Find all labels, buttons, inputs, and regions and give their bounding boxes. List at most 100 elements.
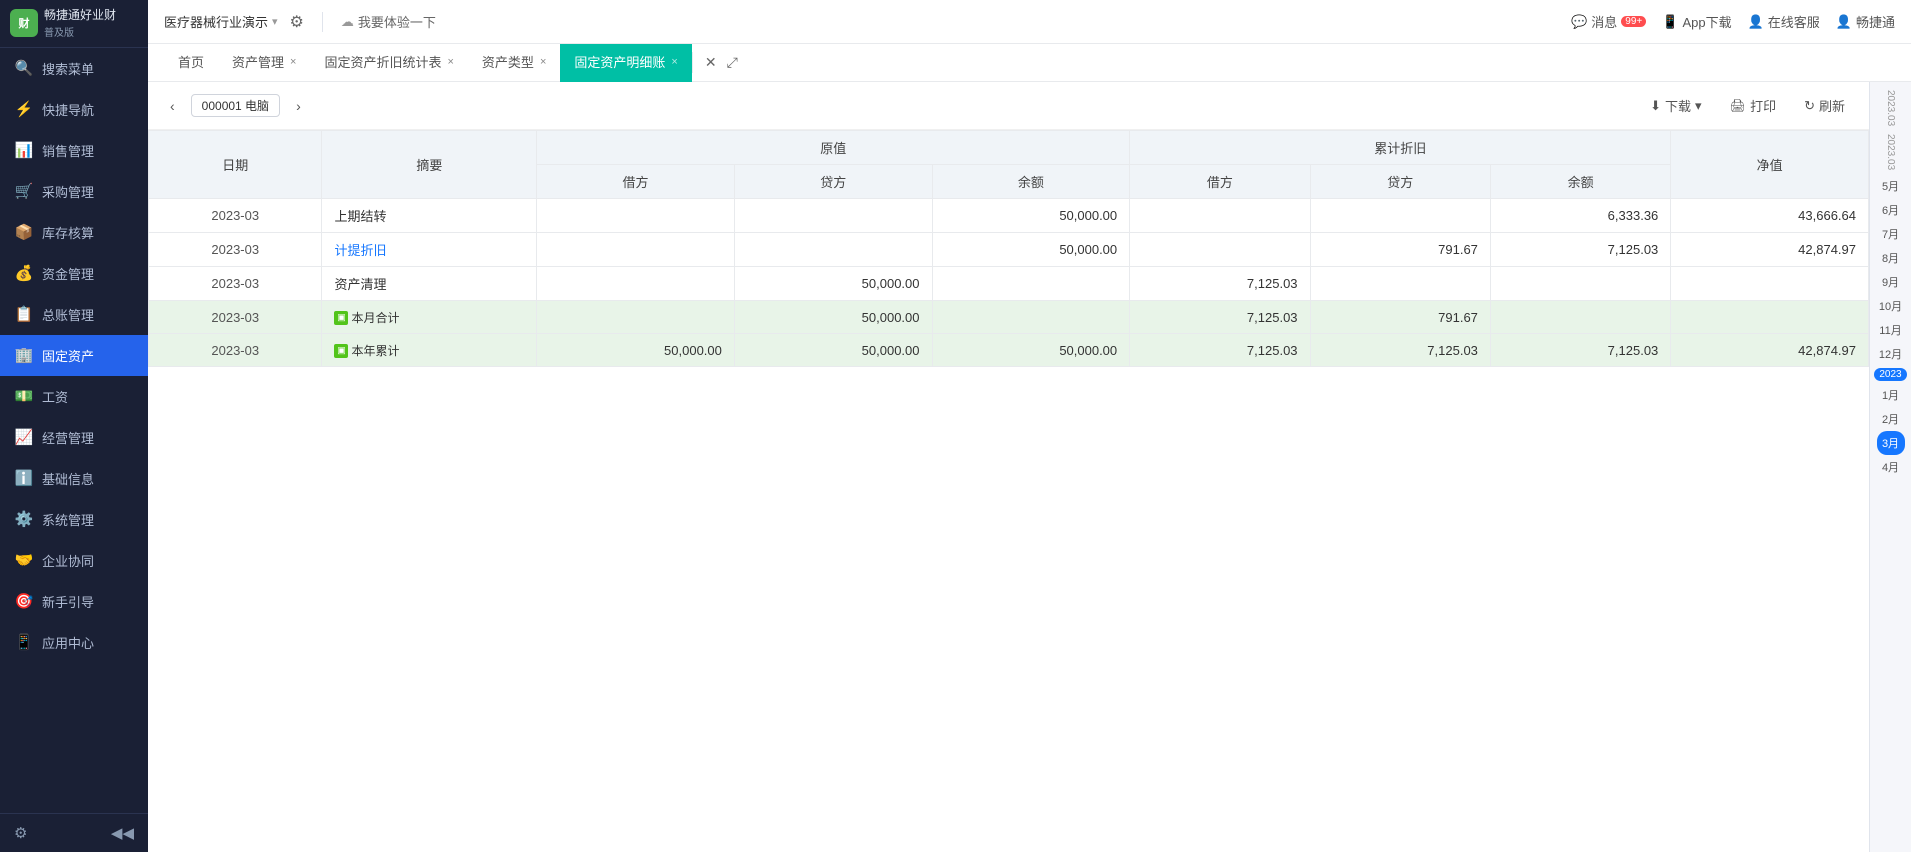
sidebar-item-sales[interactable]: 📊 销售管理	[0, 130, 148, 171]
table-row-orig-debit	[537, 267, 735, 301]
table-row-orig-credit: 50,000.00	[734, 334, 932, 367]
sidebar-item-apps[interactable]: 📱 应用中心	[0, 622, 148, 663]
sidebar-item-operations[interactable]: 📈 经营管理	[0, 417, 148, 458]
sidebar-item-fixed-assets[interactable]: 🏢 固定资产	[0, 335, 148, 376]
table-row-net-value	[1671, 301, 1869, 334]
inventory-icon: 📦	[14, 223, 34, 241]
sidebar-item-payroll[interactable]: 💵 工资	[0, 376, 148, 417]
tab-home[interactable]: 首页	[164, 44, 218, 82]
payroll-icon: 💵	[14, 387, 34, 405]
print-btn[interactable]: 🖨 打印	[1722, 92, 1785, 119]
next-asset-btn[interactable]: ›	[290, 96, 307, 116]
app-edition: 普及版	[44, 24, 116, 39]
tab-asset-type[interactable]: 资产类型 ×	[468, 44, 560, 82]
table-row-dep-debit: 7,125.03	[1130, 334, 1310, 367]
tab-home-label: 首页	[178, 52, 204, 71]
table-section: ‹ 000001 电脑 › ⬇ 下载 ▾ 🖨 打印 ↻ 刷新	[148, 82, 1869, 852]
sidebar-item-guide[interactable]: 🎯 新手引导	[0, 581, 148, 622]
company-selector[interactable]: 医疗器械行业演示 ▾	[164, 12, 278, 31]
close-window-btn[interactable]: ✕	[703, 52, 719, 73]
tab-depreciation-stat-label: 固定资产折旧统计表	[324, 52, 441, 71]
col-sub-orig-debit: 借方	[537, 165, 735, 199]
download-icon: ⬇	[1650, 98, 1661, 114]
table-row-summary[interactable]: 计提折旧	[322, 233, 537, 267]
table-toolbar: ‹ 000001 电脑 › ⬇ 下载 ▾ 🖨 打印 ↻ 刷新	[148, 82, 1869, 130]
table-row-date: 2023-03	[149, 199, 322, 233]
settings-bottom-icon[interactable]: ⚙	[14, 824, 27, 842]
sidebar-item-label: 应用中心	[42, 633, 94, 652]
collapse-icon[interactable]: ◀◀	[111, 824, 134, 842]
scroll-month-7[interactable]: 7月	[1870, 222, 1911, 246]
table-row-dep-credit: 791.67	[1310, 301, 1490, 334]
online-service-icon: 👤	[1748, 14, 1764, 30]
tab-depreciation-stat-close[interactable]: ×	[447, 56, 453, 68]
table-row-orig-debit	[537, 199, 735, 233]
sidebar-item-basic-info[interactable]: ℹ️ 基础信息	[0, 458, 148, 499]
user-avatar-btn[interactable]: 👤 畅捷通	[1836, 12, 1895, 31]
sidebar-item-ledger[interactable]: 📋 总账管理	[0, 294, 148, 335]
tab-asset-management[interactable]: 资产管理 ×	[218, 44, 310, 82]
sidebar-item-search[interactable]: 🔍 搜索菜单	[0, 48, 148, 89]
table-row-dep-balance: 7,125.03	[1490, 334, 1670, 367]
collab-icon: 🤝	[14, 551, 34, 569]
print-label: 打印	[1750, 96, 1776, 115]
messages-badge: 99+	[1621, 16, 1646, 27]
tab-asset-detail[interactable]: 固定资产明细账 ×	[560, 44, 691, 82]
company-dropdown-icon: ▾	[272, 15, 278, 28]
system-icon: ⚙️	[14, 510, 34, 528]
tab-asset-management-close[interactable]: ×	[290, 56, 296, 68]
table-row-date: 2023-03	[149, 334, 322, 367]
download-btn[interactable]: ⬇ 下载 ▾	[1642, 92, 1709, 119]
tab-asset-type-close[interactable]: ×	[540, 56, 546, 68]
sidebar-item-finance[interactable]: 💰 资金管理	[0, 253, 148, 294]
table-row-orig-balance	[932, 267, 1130, 301]
online-service-btn[interactable]: 👤 在线客服	[1748, 12, 1820, 31]
scroll-month-3[interactable]: 3月	[1877, 431, 1905, 455]
app-download-btn[interactable]: 📱 App下载	[1662, 12, 1731, 31]
table-row-orig-balance: 50,000.00	[932, 334, 1130, 367]
table-row-orig-balance	[932, 301, 1130, 334]
scroll-month-8[interactable]: 8月	[1870, 246, 1911, 270]
messages-btn[interactable]: 💬 消息 99+	[1571, 12, 1646, 31]
data-table-wrapper: 日期 摘要 原值 累计折旧 净值 借方 贷方 余额 借方 贷方 余额	[148, 130, 1869, 852]
tab-asset-detail-close[interactable]: ×	[671, 56, 677, 68]
sidebar-item-label: 工资	[42, 387, 68, 406]
table-row-net-value	[1671, 267, 1869, 301]
trial-btn[interactable]: ☁ 我要体验一下	[341, 12, 436, 31]
messages-icon: 💬	[1571, 14, 1587, 30]
topbar-right: 💬 消息 99+ 📱 App下载 👤 在线客服 👤 畅捷通	[1571, 12, 1895, 31]
settings-icon[interactable]: ⚙	[290, 12, 304, 32]
scroll-month-9[interactable]: 9月	[1870, 270, 1911, 294]
maximize-window-btn[interactable]: ⤢	[725, 52, 740, 73]
scroll-month-6[interactable]: 6月	[1870, 198, 1911, 222]
sidebar-item-label: 库存核算	[42, 223, 94, 242]
table-row-summary: ▣ 本月合计	[322, 301, 537, 334]
search-icon: 🔍	[14, 59, 34, 77]
sidebar-logo: 财 畅捷通好业财 普及版	[0, 0, 148, 48]
company-name: 医疗器械行业演示	[164, 12, 268, 31]
scroll-month-2[interactable]: 2月	[1870, 407, 1911, 431]
sidebar-item-inventory[interactable]: 📦 库存核算	[0, 212, 148, 253]
scroll-year-badge: 2023	[1874, 368, 1906, 381]
sidebar-item-system[interactable]: ⚙️ 系统管理	[0, 499, 148, 540]
table-row-dep-credit	[1310, 199, 1490, 233]
tab-depreciation-stat[interactable]: 固定资产折旧统计表 ×	[310, 44, 467, 82]
table-row-orig-balance: 50,000.00	[932, 233, 1130, 267]
scroll-month-11[interactable]: 11月	[1870, 318, 1911, 342]
sidebar-item-quicknav[interactable]: ⚡ 快捷导航	[0, 89, 148, 130]
sidebar-item-collab[interactable]: 🤝 企业协同	[0, 540, 148, 581]
fixed-assets-icon: 🏢	[14, 346, 34, 364]
scroll-month-1[interactable]: 1月	[1870, 383, 1911, 407]
sidebar-item-label: 搜索菜单	[42, 59, 94, 78]
scroll-month-4[interactable]: 4月	[1870, 455, 1911, 479]
table-row-orig-credit	[734, 199, 932, 233]
scroll-month-5[interactable]: 5月	[1870, 174, 1911, 198]
sidebar-item-purchase[interactable]: 🛒 采购管理	[0, 171, 148, 212]
scroll-month-12[interactable]: 12月	[1870, 342, 1911, 366]
prev-asset-btn[interactable]: ‹	[164, 96, 181, 116]
refresh-btn[interactable]: ↻ 刷新	[1796, 92, 1853, 119]
scroll-month-10[interactable]: 10月	[1870, 294, 1911, 318]
sidebar-item-label: 新手引导	[42, 592, 94, 611]
window-controls: ✕ ⤢	[692, 52, 750, 73]
col-header-net-value: 净值	[1671, 131, 1869, 199]
